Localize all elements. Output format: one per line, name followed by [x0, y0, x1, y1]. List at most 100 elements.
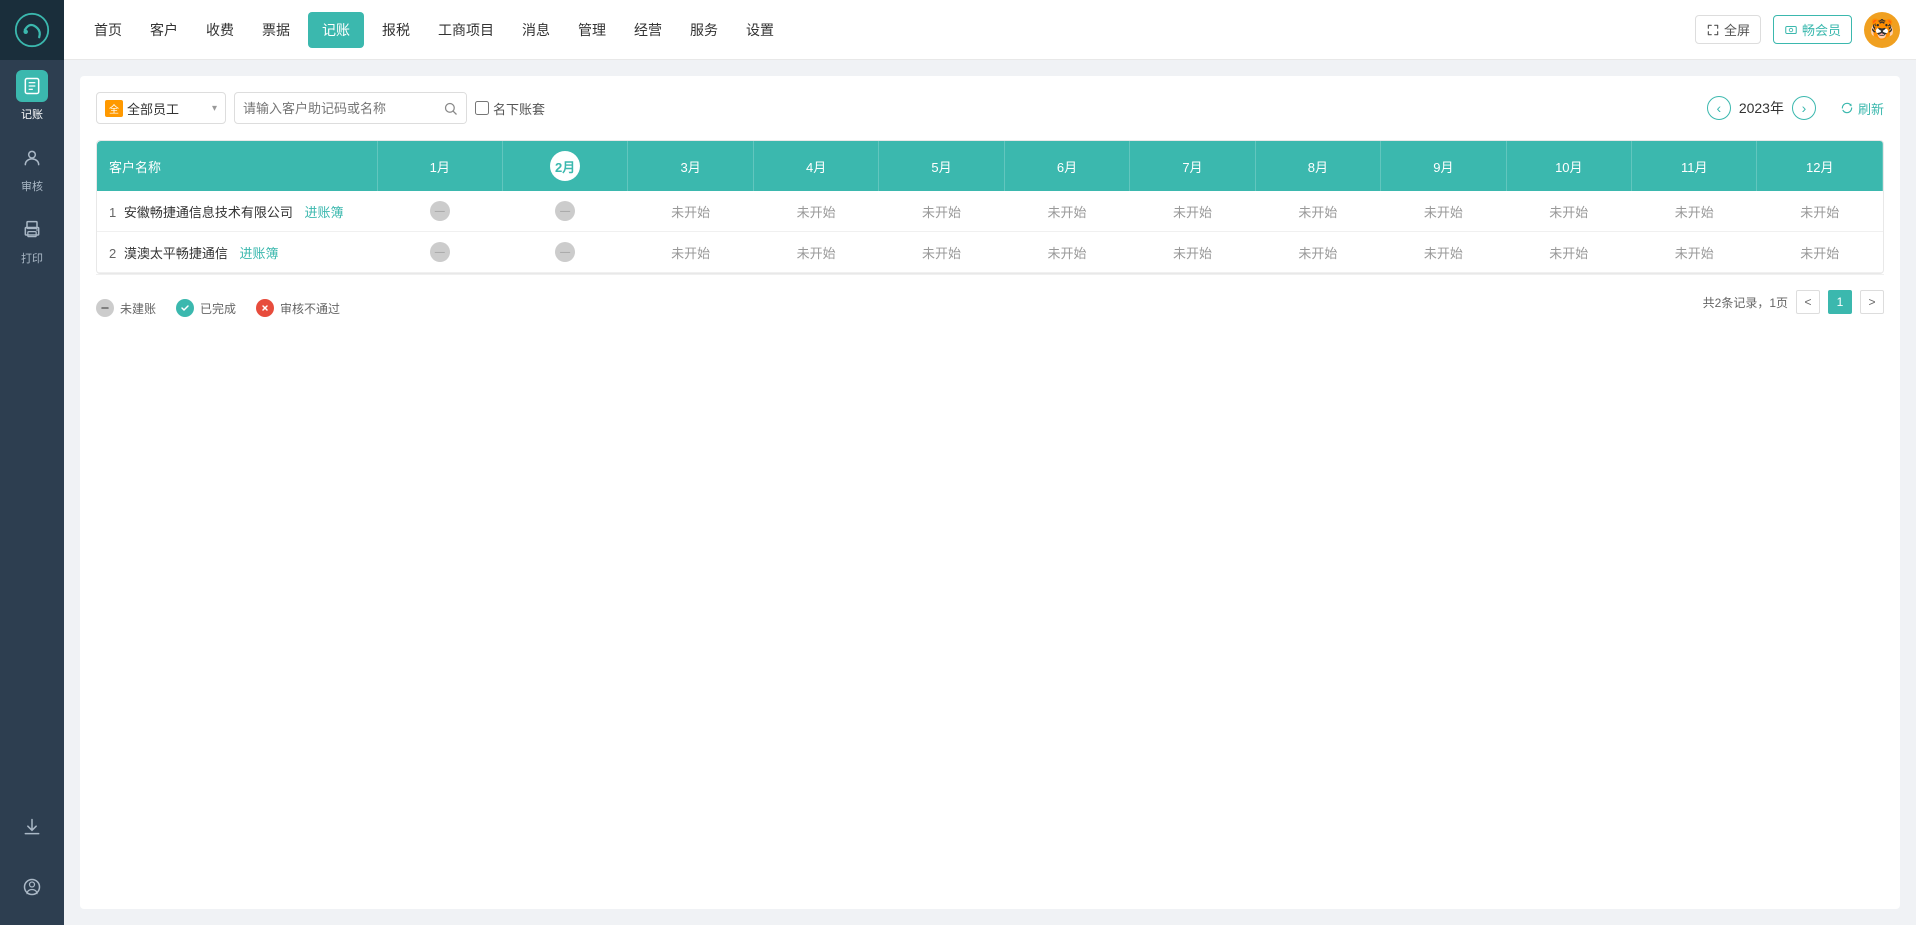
sidebar-item-ledger[interactable]: 记账 — [0, 60, 64, 132]
search-button[interactable] — [435, 93, 466, 123]
month-cell-4: 未开始 — [753, 191, 878, 232]
fullscreen-button[interactable]: 全屏 — [1695, 15, 1761, 44]
topnav-right: 全屏 畅会员 🐯 — [1695, 12, 1900, 48]
month-cell-12: 未开始 — [1757, 232, 1883, 273]
sidebar-item-audit[interactable]: 审核 — [0, 132, 64, 204]
customer-cell: 2 漠澳太平畅捷通信 进账簿 — [97, 232, 377, 273]
sidebar: 记账 审核 打印 — [0, 0, 64, 925]
legend-rejected: 审核不通过 — [256, 299, 340, 317]
user-avatar[interactable]: 🐯 — [1864, 12, 1900, 48]
col-feb: 2月 — [502, 141, 627, 191]
month-cell-3: 未开始 — [628, 232, 753, 273]
search-icon — [443, 101, 458, 116]
employee-tag-icon: 全 — [105, 100, 123, 117]
table-scroll: 客户名称 1月 2月 3月 4月 — [97, 141, 1883, 273]
month-cell-1 — [377, 232, 502, 273]
row-index: 1 — [109, 205, 116, 220]
sidebar-bottom — [0, 801, 64, 925]
enter-ledger-link[interactable]: 进账簿 — [305, 205, 344, 220]
col-jun: 6月 — [1004, 141, 1129, 191]
status-not-started: 未开始 — [1675, 205, 1714, 220]
year-prev-button[interactable]: ‹ — [1707, 96, 1731, 120]
status-not-started: 未开始 — [1424, 246, 1463, 261]
month-cell-7: 未开始 — [1130, 232, 1255, 273]
nav-home[interactable]: 首页 — [80, 0, 136, 60]
table-wrapper: 客户名称 1月 2月 3月 4月 — [96, 140, 1884, 274]
year-nav: ‹ 2023年 › — [1707, 96, 1816, 120]
topnav: 首页 客户 收费 票据 记账 报税 工商项目 消息 管理 经营 服务 设置 全屏 — [64, 0, 1916, 60]
vip-label: 畅会员 — [1802, 20, 1841, 39]
nav-fee[interactable]: 收费 — [192, 0, 248, 60]
status-not-started: 未开始 — [1298, 246, 1337, 261]
page-next-button[interactable]: > — [1860, 290, 1884, 314]
table-header-row: 客户名称 1月 2月 3月 4月 — [97, 141, 1883, 191]
row-index: 2 — [109, 246, 116, 261]
status-not-started: 未开始 — [797, 205, 836, 220]
month-cell-5: 未开始 — [879, 232, 1004, 273]
month-cell-2 — [502, 191, 627, 232]
month-cell-11: 未开始 — [1632, 191, 1757, 232]
sidebar-item-download[interactable] — [0, 801, 64, 853]
table-body: 1 安徽畅捷通信息技术有限公司 进账簿 未开始未开始未开始未开始未开始未开始未开… — [97, 191, 1883, 273]
nav-business[interactable]: 工商项目 — [424, 0, 508, 60]
customer-cell: 1 安徽畅捷通信息技术有限公司 进账簿 — [97, 191, 377, 232]
nav-operation[interactable]: 经营 — [620, 0, 676, 60]
month-cell-6: 未开始 — [1004, 191, 1129, 232]
avatar-emoji: 🐯 — [1870, 17, 1895, 42]
month-cell-6: 未开始 — [1004, 232, 1129, 273]
footer-legend: 未建账 已完成 审核不通过 — [96, 299, 340, 317]
row-customer-name: 安徽畅捷通信息技术有限公司 — [124, 205, 293, 220]
my-accounts-checkbox-label[interactable]: 名下账套 — [475, 99, 545, 118]
nav-invoice[interactable]: 票据 — [248, 0, 304, 60]
month-cell-9: 未开始 — [1381, 191, 1506, 232]
legend-teal-dot — [176, 299, 194, 317]
year-next-button[interactable]: › — [1792, 96, 1816, 120]
current-month-circle: 2月 — [550, 151, 580, 181]
nav-settings[interactable]: 设置 — [732, 0, 788, 60]
sidebar-item-user-circle[interactable] — [0, 861, 64, 913]
col-jul: 7月 — [1130, 141, 1255, 191]
vip-button[interactable]: 畅会员 — [1773, 15, 1852, 44]
col-sep: 9月 — [1381, 141, 1506, 191]
main-content: 首页 客户 收费 票据 记账 报税 工商项目 消息 管理 经营 服务 设置 全屏 — [64, 0, 1916, 925]
status-not-started: 未开始 — [1549, 205, 1588, 220]
employee-select[interactable]: 全 全部员工 ▾ — [96, 92, 226, 124]
status-not-started: 未开始 — [671, 205, 710, 220]
download-icon — [16, 811, 48, 843]
status-not-started: 未开始 — [922, 205, 961, 220]
status-dot-gray — [555, 201, 575, 221]
enter-ledger-link[interactable]: 进账簿 — [240, 246, 279, 261]
refresh-button[interactable]: 刷新 — [1840, 99, 1884, 118]
status-not-started: 未开始 — [797, 246, 836, 261]
nav-customer[interactable]: 客户 — [136, 0, 192, 60]
nav-manage[interactable]: 管理 — [564, 0, 620, 60]
search-input[interactable] — [235, 101, 435, 116]
page-card: 全 全部员工 ▾ — [80, 76, 1900, 909]
my-accounts-checkbox[interactable] — [475, 101, 489, 115]
status-not-started: 未开始 — [922, 246, 961, 261]
legend-gray-dot — [96, 299, 114, 317]
month-cell-8: 未开始 — [1255, 232, 1380, 273]
col-aug: 8月 — [1255, 141, 1380, 191]
nav-ledger[interactable]: 记账 — [308, 12, 364, 48]
month-cell-9: 未开始 — [1381, 232, 1506, 273]
nav-tax[interactable]: 报税 — [368, 0, 424, 60]
month-cell-2 — [502, 232, 627, 273]
col-oct: 10月 — [1506, 141, 1631, 191]
page-prev-button[interactable]: < — [1796, 290, 1820, 314]
refresh-label: 刷新 — [1858, 99, 1884, 118]
page-1-button[interactable]: 1 — [1828, 290, 1852, 314]
user-circle-icon — [16, 871, 48, 903]
col-may: 5月 — [879, 141, 1004, 191]
col-nov: 11月 — [1632, 141, 1757, 191]
footer-bar: 未建账 已完成 审核不通过 — [96, 274, 1884, 317]
sidebar-item-print[interactable]: 打印 — [0, 204, 64, 276]
nav-service[interactable]: 服务 — [676, 0, 732, 60]
employee-select-value: 全部员工 — [127, 99, 179, 118]
month-cell-7: 未开始 — [1130, 191, 1255, 232]
status-dot-gray — [430, 242, 450, 262]
legend-completed-label: 已完成 — [200, 300, 236, 317]
col-dec: 12月 — [1757, 141, 1883, 191]
month-cell-8: 未开始 — [1255, 191, 1380, 232]
nav-message[interactable]: 消息 — [508, 0, 564, 60]
